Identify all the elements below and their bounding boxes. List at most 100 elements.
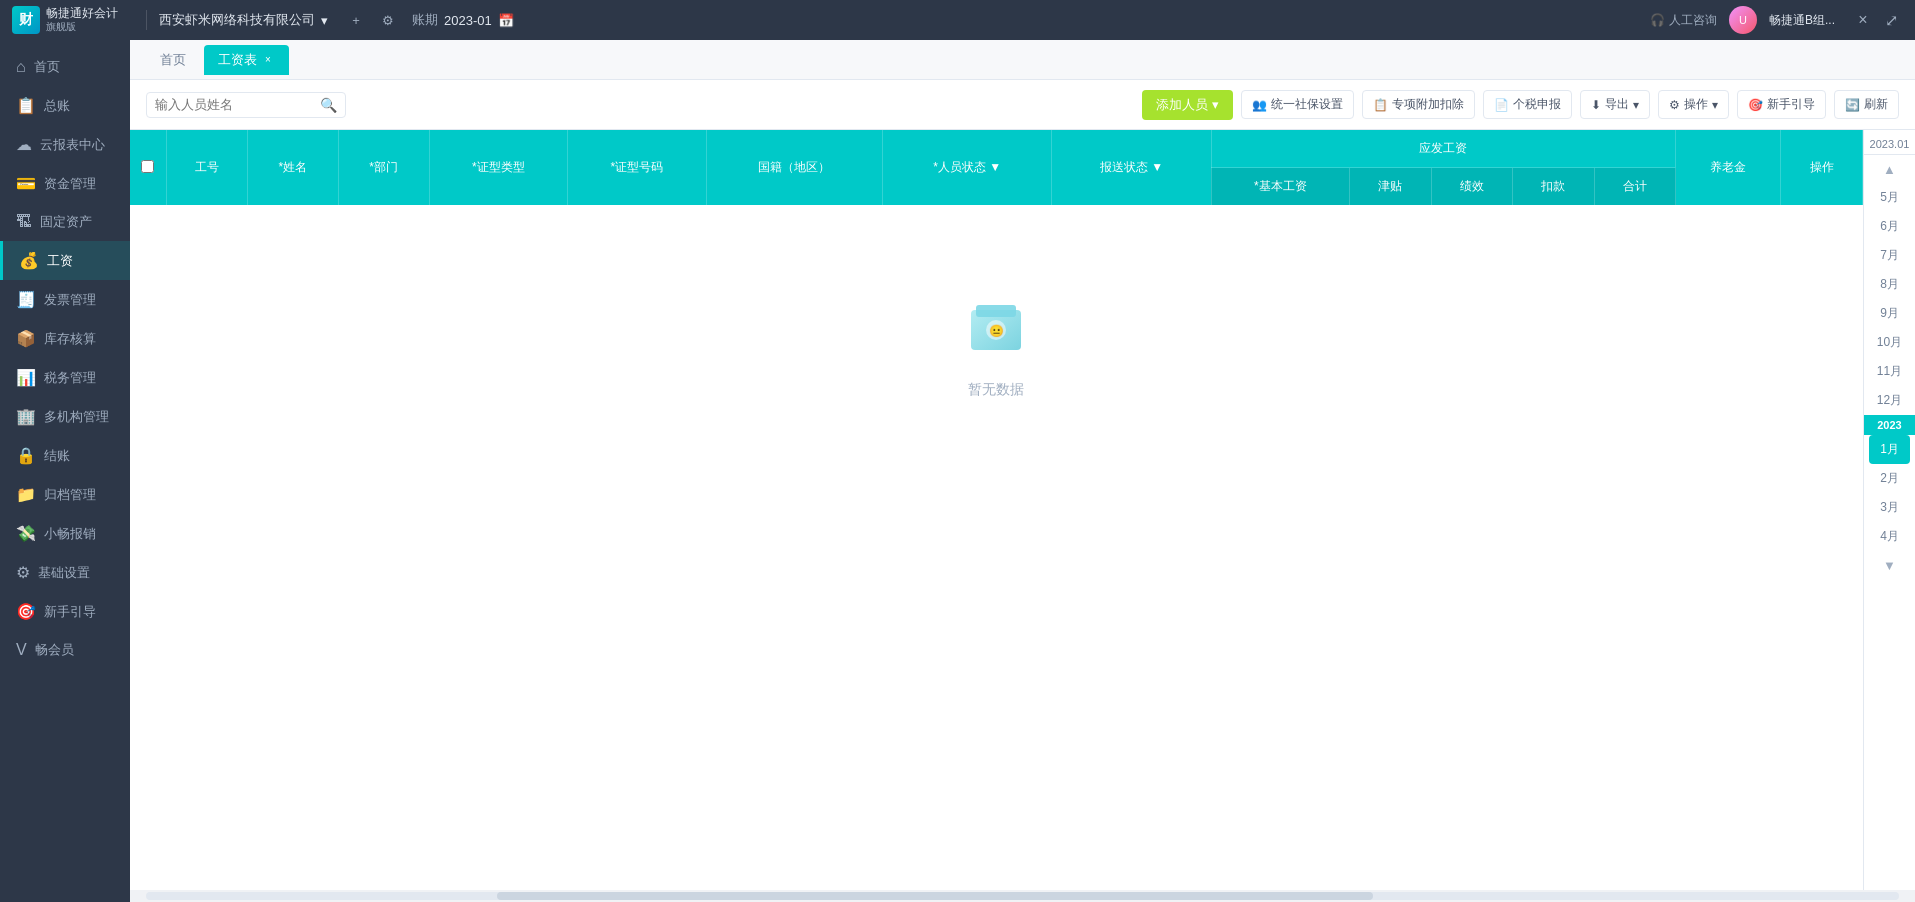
logo-icon: 财 — [12, 6, 40, 34]
sidebar-item-close[interactable]: 🔒 结账 — [0, 436, 130, 475]
sidebar-item-expense[interactable]: 💸 小畅报销 — [0, 514, 130, 553]
month-6[interactable]: 6月 — [1864, 212, 1915, 241]
month-9[interactable]: 9月 — [1864, 299, 1915, 328]
deduction-icon: 📋 — [1373, 98, 1388, 112]
col-allowance: 津贴 — [1350, 168, 1431, 206]
settings-btn[interactable]: ⚙ — [376, 8, 400, 32]
month-down-arrow[interactable]: ▼ — [1878, 553, 1902, 577]
period-info: 账期 2023-01 📅 — [412, 11, 514, 29]
sidebar-item-ledger[interactable]: 📋 总账 — [0, 86, 130, 125]
sidebar-item-fund[interactable]: 💳 资金管理 — [0, 164, 130, 203]
operation-btn[interactable]: ⚙ 操作 ▾ — [1658, 90, 1729, 119]
sidebar-item-tax[interactable]: 📊 税务管理 — [0, 358, 130, 397]
month-8[interactable]: 8月 — [1864, 270, 1915, 299]
report-filter-icon: ▼ — [1151, 160, 1163, 174]
guide-toolbar-icon: 🎯 — [1748, 98, 1763, 112]
col-report-status[interactable]: 报送状态 ▼ — [1052, 130, 1211, 205]
close-window-btn[interactable]: × — [1851, 8, 1875, 32]
month-2[interactable]: 2月 — [1864, 464, 1915, 493]
tab-bar: 首页 工资表 × — [130, 40, 1915, 80]
multi-icon: 🏢 — [16, 407, 36, 426]
month-3[interactable]: 3月 — [1864, 493, 1915, 522]
svg-rect-1 — [976, 305, 1016, 317]
sidebar-item-invoice[interactable]: 🧾 发票管理 — [0, 280, 130, 319]
top-header: 财 畅捷通好会计 旗舰版 西安虾米网络科技有限公司 ▾ + ⚙ 账期 2023-… — [0, 0, 1915, 40]
month-5[interactable]: 5月 — [1864, 183, 1915, 212]
month-7[interactable]: 7月 — [1864, 241, 1915, 270]
ledger-icon: 📋 — [16, 96, 36, 115]
maximize-window-btn[interactable]: ⤢ — [1879, 8, 1903, 32]
right-panel-header: 2023.01 — [1864, 134, 1915, 155]
month-10[interactable]: 10月 — [1864, 328, 1915, 357]
vip-icon: V — [16, 641, 27, 659]
header-right: 🎧 人工咨询 U 畅捷通B组... × ⤢ — [1650, 6, 1903, 34]
search-input[interactable] — [155, 97, 314, 112]
tab-salary[interactable]: 工资表 × — [204, 45, 289, 75]
tab-close-btn[interactable]: × — [261, 53, 275, 67]
scroll-thumb[interactable] — [497, 892, 1374, 900]
expense-icon: 💸 — [16, 524, 36, 543]
tab-home[interactable]: 首页 — [146, 45, 200, 75]
search-icon: 🔍 — [320, 97, 337, 113]
header-actions: + ⚙ — [344, 8, 400, 32]
toolbar-right: 添加人员 ▾ 👥 统一社保设置 📋 专项附加扣除 📄 个税申报 ⬇ 导 — [1142, 90, 1899, 120]
salary-table: 工号 *姓名 *部门 *证型类型 *证型号码 国籍（地区） *人员状态 ▼ — [130, 130, 1863, 479]
operation-icon: ⚙ — [1669, 98, 1680, 112]
export-chevron: ▾ — [1633, 98, 1639, 112]
sidebar-label-invoice: 发票管理 — [44, 291, 96, 309]
social-security-btn[interactable]: 👥 统一社保设置 — [1241, 90, 1354, 119]
sidebar-label-assets: 固定资产 — [40, 213, 92, 231]
sidebar-item-vip[interactable]: V 畅会员 — [0, 631, 130, 669]
sidebar-item-settings[interactable]: ⚙ 基础设置 — [0, 553, 130, 592]
period-value: 2023-01 — [444, 13, 492, 28]
sidebar-label-ledger: 总账 — [44, 97, 70, 115]
tax-icon: 📊 — [16, 368, 36, 387]
sidebar-item-archive[interactable]: 📁 归档管理 — [0, 475, 130, 514]
add-employee-btn[interactable]: 添加人员 ▾ — [1142, 90, 1233, 120]
calendar-icon[interactable]: 📅 — [498, 13, 514, 28]
guide-btn[interactable]: 🎯 新手引导 — [1737, 90, 1826, 119]
empty-icon: 😐 — [956, 285, 1036, 365]
sidebar-item-guide[interactable]: 🎯 新手引导 — [0, 592, 130, 631]
tax-report-btn[interactable]: 📄 个税申报 — [1483, 90, 1572, 119]
company-selector[interactable]: 西安虾米网络科技有限公司 ▾ — [151, 7, 336, 33]
col-employee-no: 工号 — [166, 130, 247, 205]
sidebar-item-home[interactable]: ⌂ 首页 — [0, 48, 130, 86]
user-name[interactable]: 畅捷通B组... — [1769, 12, 1835, 29]
col-id-type: *证型类型 — [429, 130, 567, 205]
col-status[interactable]: *人员状态 ▼ — [883, 130, 1052, 205]
month-4[interactable]: 4月 — [1864, 522, 1915, 551]
select-all-checkbox[interactable] — [141, 160, 154, 173]
empty-text: 暂无数据 — [968, 381, 1024, 399]
export-icon: ⬇ — [1591, 98, 1601, 112]
tab-salary-label: 工资表 — [218, 51, 257, 69]
sidebar-item-assets[interactable]: 🏗 固定资产 — [0, 203, 130, 241]
export-btn[interactable]: ⬇ 导出 ▾ — [1580, 90, 1650, 119]
company-dropdown-icon: ▾ — [321, 13, 328, 28]
headphone-icon: 🎧 — [1650, 13, 1665, 27]
sidebar-label-archive: 归档管理 — [44, 486, 96, 504]
add-company-btn[interactable]: + — [344, 8, 368, 32]
refresh-btn[interactable]: 🔄 刷新 — [1834, 90, 1899, 119]
refresh-icon: 🔄 — [1845, 98, 1860, 112]
table-container: 工号 *姓名 *部门 *证型类型 *证型号码 国籍（地区） *人员状态 ▼ — [130, 130, 1863, 890]
month-1[interactable]: 1月 — [1869, 435, 1910, 464]
period-label: 账期 — [412, 11, 438, 29]
sidebar-item-salary[interactable]: 💰 工资 — [0, 241, 130, 280]
service-btn[interactable]: 🎧 人工咨询 — [1650, 12, 1717, 29]
scroll-track[interactable] — [146, 892, 1899, 900]
guide-icon: 🎯 — [16, 602, 36, 621]
sidebar-label-multi: 多机构管理 — [44, 408, 109, 426]
sidebar-item-inventory[interactable]: 📦 库存核算 — [0, 319, 130, 358]
deduction-btn[interactable]: 📋 专项附加扣除 — [1362, 90, 1475, 119]
home-icon: ⌂ — [16, 58, 26, 76]
month-up-arrow[interactable]: ▲ — [1878, 157, 1902, 181]
month-11[interactable]: 11月 — [1864, 357, 1915, 386]
logo-sub: 旗舰版 — [46, 20, 118, 34]
sidebar-item-multi[interactable]: 🏢 多机构管理 — [0, 397, 130, 436]
user-avatar: U — [1729, 6, 1757, 34]
add-employee-chevron: ▾ — [1212, 97, 1219, 112]
month-12[interactable]: 12月 — [1864, 386, 1915, 415]
col-region: 国籍（地区） — [706, 130, 883, 205]
sidebar-item-cloud[interactable]: ☁ 云报表中心 — [0, 125, 130, 164]
